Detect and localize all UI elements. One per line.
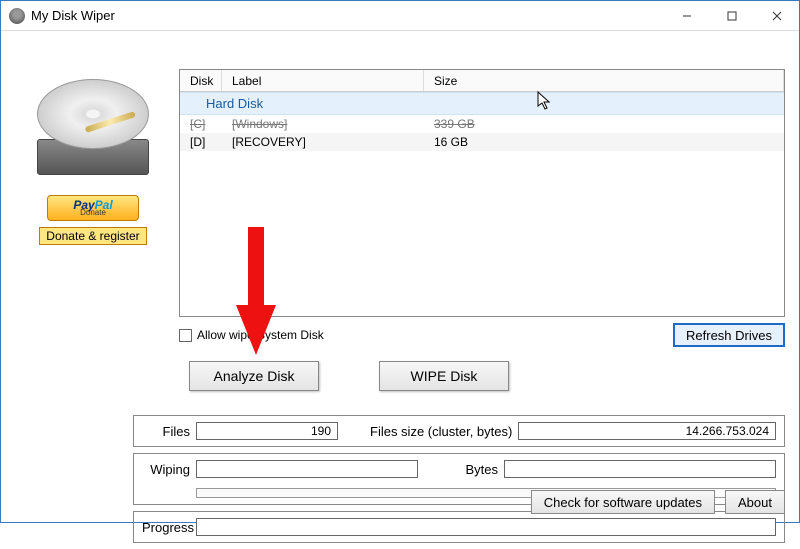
donate-register-link[interactable]: Donate & register [39, 227, 146, 245]
close-button[interactable] [754, 1, 799, 30]
mouse-cursor-icon [537, 91, 553, 111]
table-row[interactable]: [D] [RECOVERY] 16 GB [180, 133, 784, 151]
progress-value [196, 518, 776, 536]
window-title: My Disk Wiper [31, 8, 664, 23]
titlebar: My Disk Wiper [1, 1, 799, 31]
col-header-disk[interactable]: Disk [180, 70, 222, 91]
col-header-size[interactable]: Size [424, 70, 784, 91]
table-header-row: Disk Label Size [180, 70, 784, 92]
minimize-button[interactable] [664, 1, 709, 30]
wiping-label: Wiping [142, 462, 190, 477]
bytes-label: Bytes [424, 462, 498, 477]
analyze-disk-button[interactable]: Analyze Disk [189, 361, 319, 391]
content-area: PayPal Donate Donate & register Disk Lab… [1, 31, 799, 522]
check-updates-button[interactable]: Check for software updates [531, 490, 715, 514]
col-header-label[interactable]: Label [222, 70, 424, 91]
about-button[interactable]: About [725, 490, 785, 514]
allow-wipe-system-checkbox[interactable] [179, 329, 192, 342]
files-size-value: 14.266.753.024 [518, 422, 776, 440]
annotation-arrow-icon [233, 227, 279, 357]
files-value: 190 [196, 422, 338, 440]
files-size-label: Files size (cluster, bytes) [370, 424, 512, 439]
left-panel: PayPal Donate Donate & register [23, 69, 163, 245]
progress-label: Progress [142, 520, 190, 535]
wiping-value [196, 460, 418, 478]
bytes-value [504, 460, 776, 478]
table-row[interactable]: [C] [Windows] 339 GB [180, 115, 784, 133]
app-window: My Disk Wiper PayPal Donate Donate & reg… [0, 0, 800, 523]
paypal-donate-button[interactable]: PayPal Donate [47, 195, 139, 221]
app-icon [9, 8, 25, 24]
refresh-drives-button[interactable]: Refresh Drives [673, 323, 785, 347]
stats-panel: Files 190 Files size (cluster, bytes) 14… [133, 415, 785, 549]
maximize-button[interactable] [709, 1, 754, 30]
harddisk-illustration [29, 69, 157, 179]
table-group-harddisk[interactable]: Hard Disk [180, 92, 784, 115]
wipe-disk-button[interactable]: WIPE Disk [379, 361, 509, 391]
files-label: Files [142, 424, 190, 439]
